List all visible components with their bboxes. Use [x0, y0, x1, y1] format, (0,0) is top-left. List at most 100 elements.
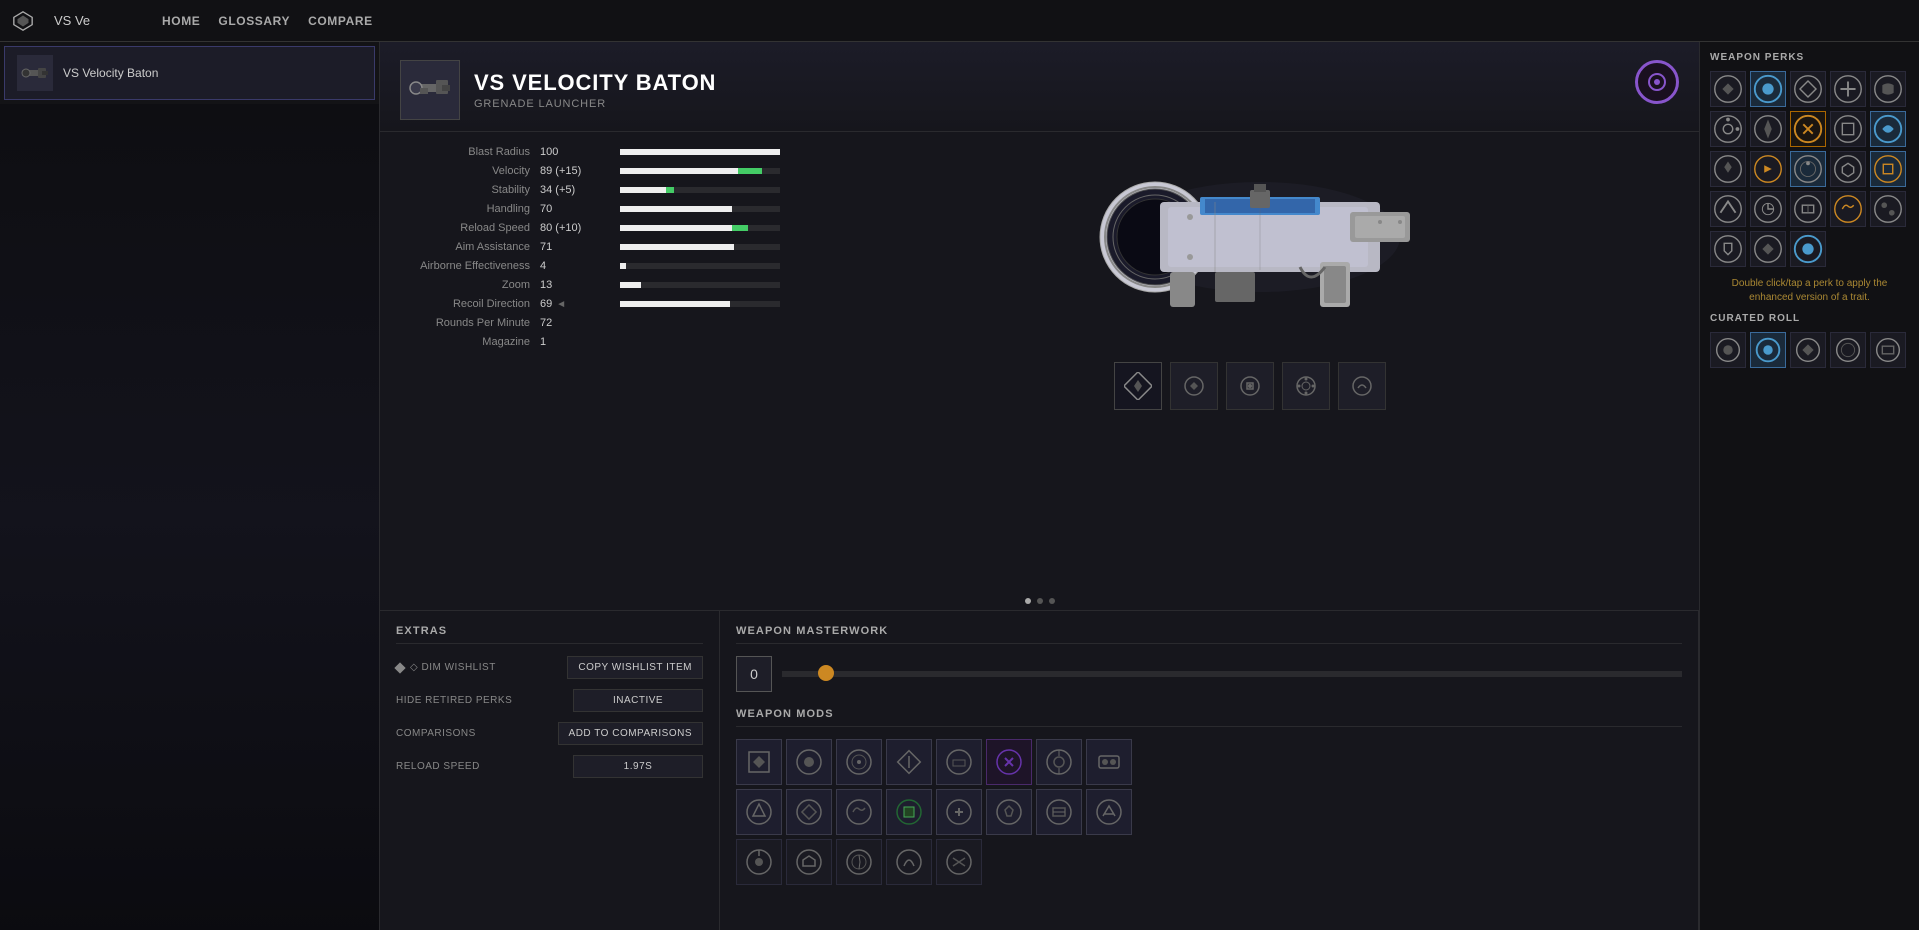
nav-glossary[interactable]: GLOSSARY — [218, 14, 290, 28]
mod-slot-15[interactable] — [1086, 789, 1132, 835]
perk-slot-15[interactable] — [1710, 191, 1746, 227]
right-panel: WEAPON PERKS Double click/tap a perk to … — [1699, 42, 1919, 930]
nav-links: HOME GLOSSARY COMPARE — [162, 14, 373, 28]
stat-value-5: 71 — [540, 241, 620, 253]
stat-value-0: 100 — [540, 146, 620, 158]
stat-bar-5 — [620, 244, 780, 250]
perk-slot-3[interactable] — [1830, 71, 1866, 107]
perk-slot-10[interactable] — [1710, 151, 1746, 187]
mod-slot-8[interactable] — [736, 789, 782, 835]
masterwork-title: WEAPON MASTERWORK — [736, 625, 1682, 644]
stat-row-8: Recoil Direction69◄ — [400, 298, 780, 310]
weapon-perk-2[interactable] — [1226, 362, 1274, 410]
mod-slot-17[interactable] — [786, 839, 832, 885]
stat-value-10: 1 — [540, 336, 620, 348]
extras-row-reload: RELOAD SPEED 1.97s — [396, 755, 703, 778]
mod-slot-0[interactable] — [736, 739, 782, 785]
nav-compare[interactable]: COMPARE — [308, 14, 373, 28]
reload-speed-label: RELOAD SPEED — [396, 761, 480, 772]
mw-slider[interactable] — [782, 671, 1682, 677]
perk-slot-19[interactable] — [1870, 191, 1906, 227]
weapon-icon-box — [400, 60, 460, 120]
weapon-perk-4[interactable] — [1338, 362, 1386, 410]
circle-symbol — [1646, 71, 1668, 93]
stat-label-3: Handling — [400, 203, 540, 215]
stat-bar-fill-7 — [620, 282, 641, 288]
stat-row-5: Aim Assistance71 — [400, 241, 780, 253]
mod-slot-9[interactable] — [786, 789, 832, 835]
perk-slot-1[interactable] — [1750, 71, 1786, 107]
weapon-perk-1[interactable] — [1170, 362, 1218, 410]
mod-slot-14[interactable] — [1036, 789, 1082, 835]
perk-slot-11[interactable] — [1750, 151, 1786, 187]
perk-slot-12[interactable] — [1790, 151, 1826, 187]
perk-slot-22[interactable] — [1790, 231, 1826, 267]
mod-slot-19[interactable] — [886, 839, 932, 885]
perk-slot-16[interactable] — [1750, 191, 1786, 227]
perk-slot-21[interactable] — [1750, 231, 1786, 267]
perk-slot-4[interactable] — [1870, 71, 1906, 107]
perk-slot-2[interactable] — [1790, 71, 1826, 107]
stat-value-3: 70 — [540, 203, 620, 215]
perk-slot-20[interactable] — [1710, 231, 1746, 267]
mod-slot-5[interactable] — [986, 739, 1032, 785]
copy-wishlist-button[interactable]: COPY WISHLIST ITEM — [567, 656, 703, 679]
mod-slot-18[interactable] — [836, 839, 882, 885]
perk-slot-8[interactable] — [1830, 111, 1866, 147]
weapon-perk-3[interactable] — [1282, 362, 1330, 410]
add-to-comparisons-button[interactable]: ADD TO COMPARISONS — [558, 722, 703, 745]
mods-section: WEAPON MODS — [736, 708, 1682, 885]
sidebar-item-name-0: VS Velocity Baton — [63, 66, 158, 80]
extras-row-dim: ◇ DIM WISHLIST COPY WISHLIST ITEM — [396, 656, 703, 679]
weapon-title-block: VS VELOCITY BATON GRENADE LAUNCHER — [474, 70, 716, 110]
weapon-body: Blast Radius100Velocity89 (+15)Stability… — [380, 132, 1699, 592]
perk-slot-7[interactable] — [1790, 111, 1826, 147]
curated-perk-2[interactable] — [1790, 332, 1826, 368]
mod-slot-10[interactable] — [836, 789, 882, 835]
dot-0 — [1025, 598, 1031, 604]
mod-slot-6[interactable] — [1036, 739, 1082, 785]
weapon-type: GRENADE LAUNCHER — [474, 98, 716, 110]
stat-value-2: 34 (+5) — [540, 184, 620, 196]
perk-slot-0[interactable] — [1710, 71, 1746, 107]
mods-grid — [736, 739, 1682, 885]
mod-slot-3[interactable] — [886, 739, 932, 785]
search-input[interactable] — [54, 13, 134, 28]
mod-slot-11[interactable] — [886, 789, 932, 835]
mod-slot-13[interactable] — [986, 789, 1032, 835]
sidebar-item-0[interactable]: VS Velocity Baton — [4, 46, 375, 100]
mod-slot-16[interactable] — [736, 839, 782, 885]
reload-value-button[interactable]: 1.97s — [573, 755, 703, 778]
mod-slot-4[interactable] — [936, 739, 982, 785]
hide-retired-label: HIDE RETIRED PERKS — [396, 695, 512, 706]
inactive-button[interactable]: INACTIVE — [573, 689, 703, 712]
stat-bar-bonus-4 — [732, 225, 748, 231]
stat-label-2: Stability — [400, 184, 540, 196]
mod-slot-1[interactable] — [786, 739, 832, 785]
perk-slot-9[interactable] — [1870, 111, 1906, 147]
perk-slot-5[interactable] — [1710, 111, 1746, 147]
stat-value-4: 80 (+10) — [540, 222, 620, 234]
masterwork-panel: WEAPON MASTERWORK 0 WEAPON MODS — [720, 611, 1699, 930]
weapon-header-icon — [406, 66, 454, 114]
perk-slot-6[interactable] — [1750, 111, 1786, 147]
sidebar-thumb-0 — [17, 55, 53, 91]
curated-perk-4[interactable] — [1870, 332, 1906, 368]
perk-slot-18[interactable] — [1830, 191, 1866, 227]
stat-row-2: Stability34 (+5) — [400, 184, 780, 196]
curated-perk-1[interactable] — [1750, 332, 1786, 368]
mod-slot-2[interactable] — [836, 739, 882, 785]
weapon-perk-intrinsic[interactable] — [1114, 362, 1162, 410]
curated-perks — [1710, 332, 1909, 368]
perk-slot-14[interactable] — [1870, 151, 1906, 187]
weapon-image-area — [800, 132, 1699, 592]
perk-slot-13[interactable] — [1830, 151, 1866, 187]
nav-home[interactable]: HOME — [162, 14, 200, 28]
dot-indicator — [380, 592, 1699, 610]
mod-slot-12[interactable] — [936, 789, 982, 835]
curated-perk-0[interactable] — [1710, 332, 1746, 368]
curated-perk-3[interactable] — [1830, 332, 1866, 368]
perk-slot-17[interactable] — [1790, 191, 1826, 227]
mod-slot-20[interactable] — [936, 839, 982, 885]
mod-slot-7[interactable] — [1086, 739, 1132, 785]
